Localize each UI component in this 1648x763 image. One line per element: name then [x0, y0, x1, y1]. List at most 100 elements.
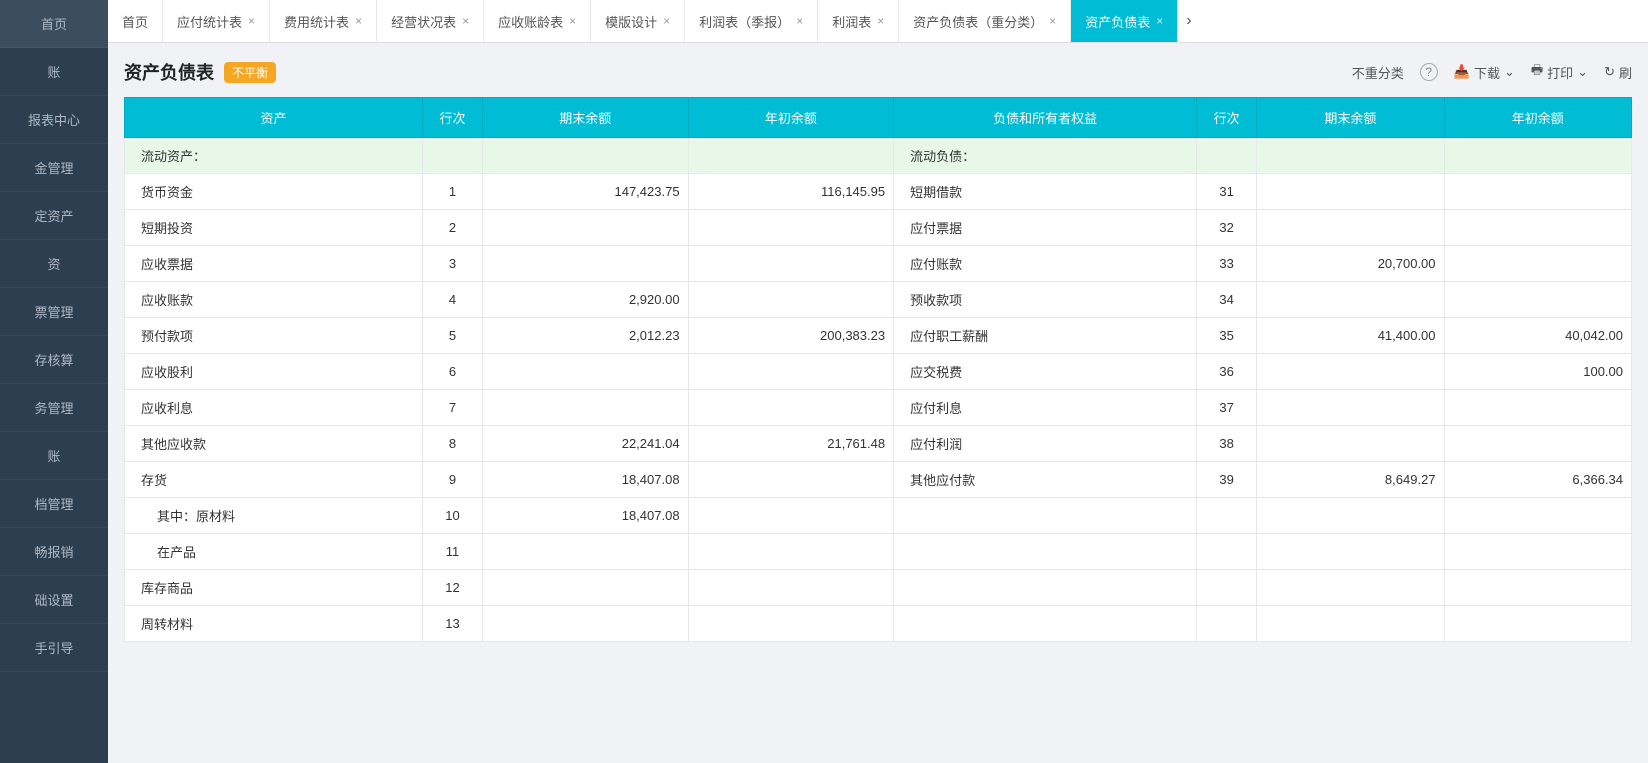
table-row-liability[interactable]: 应付账款 [894, 246, 1197, 282]
table-row-liability[interactable]: 预收款项 [894, 282, 1197, 318]
tab-scroll-right[interactable]: › [1178, 0, 1199, 42]
sidebar-item-archive[interactable]: 档管理 [0, 480, 108, 528]
tab-close-expense-stats[interactable]: × [355, 15, 362, 27]
table-row-asset[interactable]: 其中：原材料 [125, 498, 423, 534]
header-actions: 不重分类 ? 📥 下载 ⌄ 🖶 打印 ⌄ ↻ 刷 [1352, 61, 1632, 83]
table-row-end-bal: 18,407.08 [483, 498, 689, 534]
classify-action[interactable]: 不重分类 [1352, 63, 1404, 82]
table-row-year-init [688, 534, 894, 570]
tab-receivable-aging[interactable]: 应收账龄表 × [484, 0, 591, 42]
table-row-asset[interactable]: 预付款项 [125, 318, 423, 354]
sidebar-item-expense[interactable]: 畅报销 [0, 528, 108, 576]
table-row-end-bal: 18,407.08 [483, 462, 689, 498]
table-row-l-row: 32 [1197, 210, 1257, 246]
table-row-asset[interactable]: 货币资金 [125, 174, 423, 210]
table-row-num: 12 [423, 570, 483, 606]
sidebar-item-settings[interactable]: 础设置 [0, 576, 108, 624]
tab-close-business-status[interactable]: × [462, 15, 469, 27]
col-header-liabilities: 负债和所有者权益 [894, 98, 1197, 138]
tab-close-payable-stats[interactable]: × [248, 15, 255, 27]
tab-profit[interactable]: 利润表 × [818, 0, 899, 42]
table-row-year-init [688, 354, 894, 390]
tab-close-profit[interactable]: × [877, 15, 884, 27]
table-row-liability[interactable]: 应付利润 [894, 426, 1197, 462]
table-row-liability[interactable]: 应交税费 [894, 354, 1197, 390]
table-row-end-bal [483, 210, 689, 246]
table-row-liability[interactable]: 其他应付款 [894, 462, 1197, 498]
table-row-num: 8 [423, 426, 483, 462]
tab-bar: 首页 应付统计表 × 费用统计表 × 经营状况表 × 应收账龄表 × 模版设计 … [108, 0, 1648, 43]
tab-expense-stats[interactable]: 费用统计表 × [270, 0, 377, 42]
page-header: 资产负债表 不平衡 不重分类 ? 📥 下载 ⌄ 🖶 打印 ⌄ ↻ 刷 [124, 59, 1632, 85]
table-row-asset[interactable]: 其他应收款 [125, 426, 423, 462]
table-row-liability[interactable]: 应付利息 [894, 390, 1197, 426]
category-year-init [688, 138, 894, 174]
table-row-l-end: 8,649.27 [1257, 462, 1444, 498]
table-row-end-bal: 147,423.75 [483, 174, 689, 210]
print-action[interactable]: 🖶 打印 ⌄ [1531, 61, 1588, 83]
table-row-l-row: 37 [1197, 390, 1257, 426]
tab-template-design[interactable]: 模版设计 × [591, 0, 685, 42]
table-row-asset[interactable]: 应收股利 [125, 354, 423, 390]
sidebar-item-investment[interactable]: 资 [0, 240, 108, 288]
tab-close-balance-sheet[interactable]: × [1156, 15, 1163, 27]
table-row-end-bal [483, 606, 689, 642]
table-row-l-year: 100.00 [1444, 354, 1631, 390]
page-title-area: 资产负债表 不平衡 [124, 59, 276, 85]
table-row-l-year [1444, 498, 1631, 534]
tab-close-template-design[interactable]: × [663, 15, 670, 27]
sidebar-item-fixed-assets[interactable]: 定资产 [0, 192, 108, 240]
tab-business-status[interactable]: 经营状况表 × [377, 0, 484, 42]
table-row-year-init [688, 390, 894, 426]
sidebar-item-ticket-management[interactable]: 票管理 [0, 288, 108, 336]
table-row-liability[interactable]: 应付职工薪酬 [894, 318, 1197, 354]
sidebar-item-business-management[interactable]: 务管理 [0, 384, 108, 432]
table-row-asset[interactable]: 应收票据 [125, 246, 423, 282]
tab-close-balance-reclassified[interactable]: × [1049, 15, 1056, 27]
table-row-liability[interactable] [894, 498, 1197, 534]
sidebar-item-ledger[interactable]: 账 [0, 432, 108, 480]
sidebar-item-inventory[interactable]: 存核算 [0, 336, 108, 384]
table-row-asset[interactable]: 存货 [125, 462, 423, 498]
table-row-asset[interactable]: 应收账款 [125, 282, 423, 318]
download-action[interactable]: 📥 下载 ⌄ [1454, 63, 1515, 82]
table-row-year-init: 200,383.23 [688, 318, 894, 354]
table-row-l-row: 34 [1197, 282, 1257, 318]
table-row-l-row [1197, 570, 1257, 606]
table-row-liability[interactable]: 短期借款 [894, 174, 1197, 210]
table-row-num: 9 [423, 462, 483, 498]
refresh-action[interactable]: ↻ 刷 [1604, 63, 1632, 82]
tab-payable-stats[interactable]: 应付统计表 × [163, 0, 270, 42]
table-row-l-year [1444, 390, 1631, 426]
table-row-liability[interactable] [894, 534, 1197, 570]
table-row-liability[interactable] [894, 606, 1197, 642]
tab-balance-reclassified[interactable]: 资产负债表（重分类） × [899, 0, 1071, 42]
table-row-num: 4 [423, 282, 483, 318]
table-row-num: 1 [423, 174, 483, 210]
sidebar-item-home[interactable]: 首页 [0, 0, 108, 48]
table-row-liability[interactable] [894, 570, 1197, 606]
tab-home[interactable]: 首页 [108, 0, 163, 42]
col-header-row-num2: 行次 [1197, 98, 1257, 138]
table-row-end-bal [483, 534, 689, 570]
table-row-liability[interactable]: 应付票据 [894, 210, 1197, 246]
tab-close-profit-quarterly[interactable]: × [796, 15, 803, 27]
category-row-num [423, 138, 483, 174]
table-row-asset[interactable]: 库存商品 [125, 570, 423, 606]
tab-profit-quarterly[interactable]: 利润表（季报） × [685, 0, 818, 42]
sidebar-item-report-center[interactable]: 报表中心 [0, 96, 108, 144]
sidebar-item-guide[interactable]: 手引导 [0, 624, 108, 672]
table-row-l-year [1444, 174, 1631, 210]
tab-balance-sheet[interactable]: 资产负债表 × [1071, 0, 1178, 42]
table-row-asset[interactable]: 短期投资 [125, 210, 423, 246]
tab-close-receivable-aging[interactable]: × [569, 15, 576, 27]
table-row-asset[interactable]: 周转材料 [125, 606, 423, 642]
category-end-bal [483, 138, 689, 174]
table-row-l-row [1197, 606, 1257, 642]
help-icon[interactable]: ? [1420, 63, 1438, 81]
table-row-asset[interactable]: 在产品 [125, 534, 423, 570]
sidebar-item-fund-management[interactable]: 金管理 [0, 144, 108, 192]
table-row-asset[interactable]: 应收利息 [125, 390, 423, 426]
sidebar-item-account[interactable]: 账 [0, 48, 108, 96]
table-row-l-year [1444, 426, 1631, 462]
